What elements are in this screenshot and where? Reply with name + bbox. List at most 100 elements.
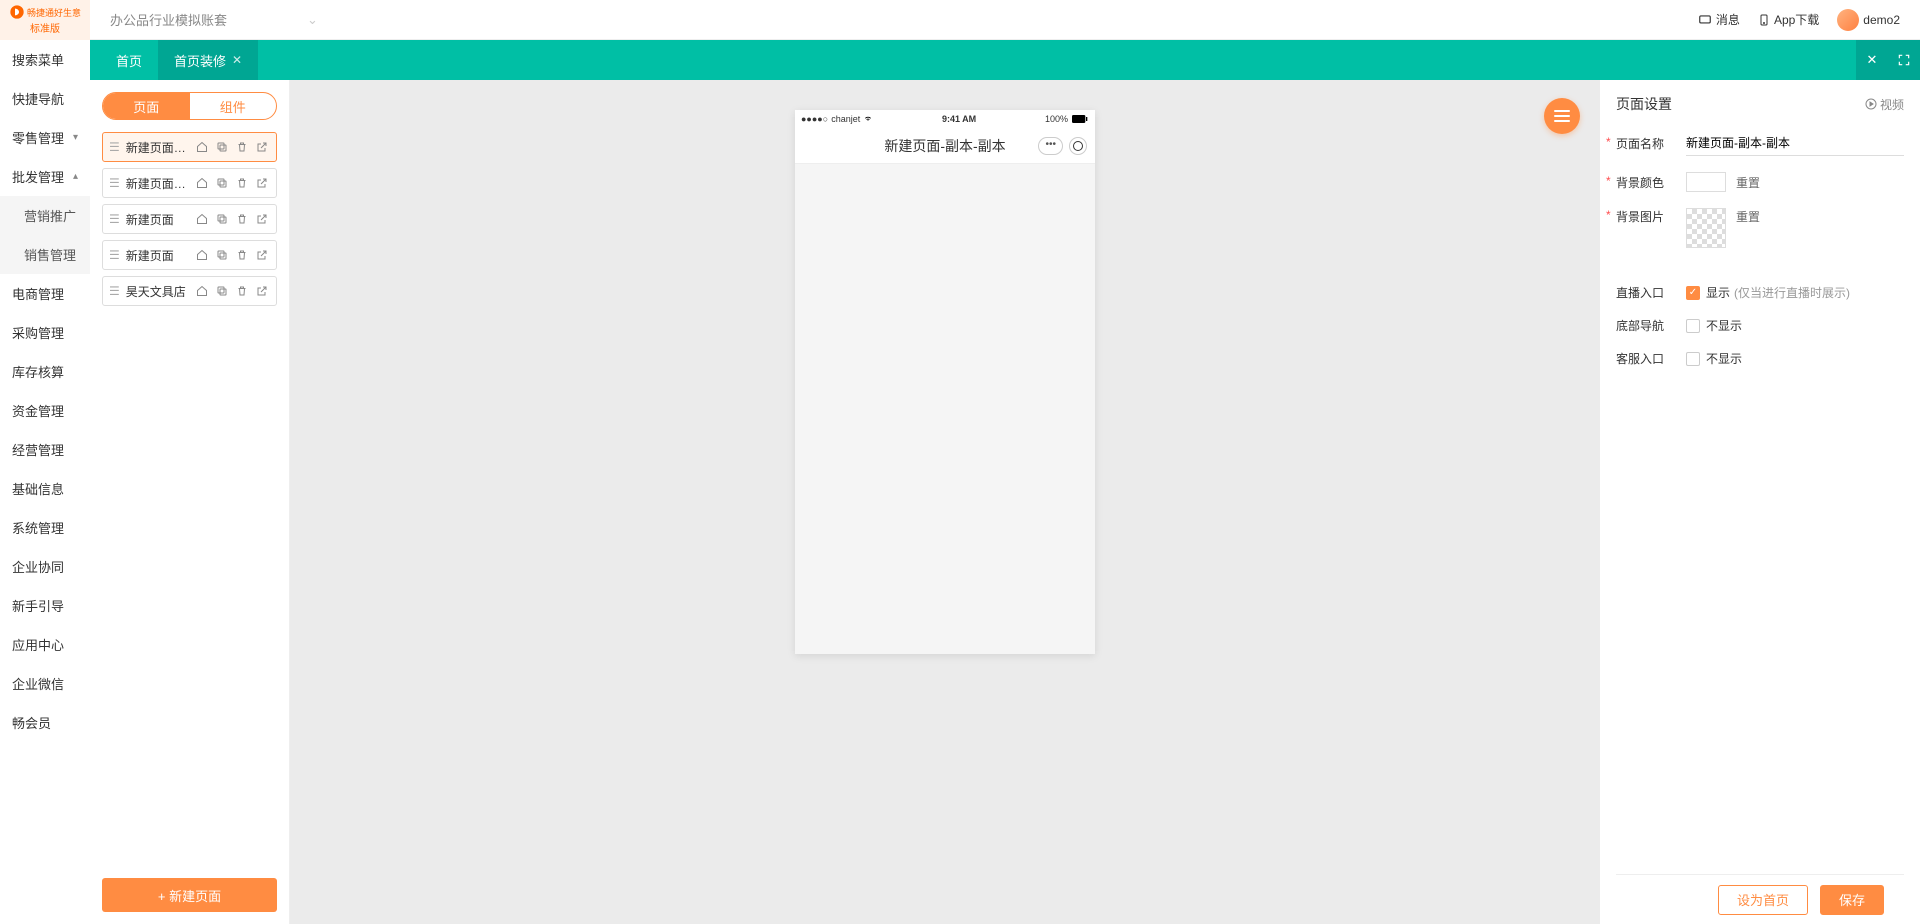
sidebar-item-9[interactable]: 资金管理	[0, 391, 90, 430]
page-name-label: 页面名称	[1616, 135, 1686, 152]
home-icon[interactable]	[194, 247, 210, 263]
drag-icon[interactable]: ☰	[109, 248, 120, 262]
sidebar-item-3[interactable]: 批发管理▴	[0, 157, 90, 196]
app-download-button[interactable]: App下载	[1758, 11, 1819, 28]
page-name-input[interactable]	[1686, 130, 1904, 156]
share-icon[interactable]	[254, 247, 270, 263]
phone-preview: ●●●●○ chanjet 9:41 AM 100%	[795, 110, 1095, 654]
page-item-3[interactable]: ☰新建页面	[102, 240, 277, 270]
sidebar-item-1[interactable]: 快捷导航	[0, 79, 90, 118]
delete-icon[interactable]	[234, 139, 250, 155]
close-icon[interactable]: ✕	[232, 53, 242, 67]
drag-icon[interactable]: ☰	[109, 140, 120, 154]
bg-color-reset[interactable]: 重置	[1736, 174, 1760, 191]
sidebar-item-7[interactable]: 采购管理	[0, 313, 90, 352]
delete-icon[interactable]	[234, 283, 250, 299]
tab-bar: 首页 首页装修 ✕ ✕	[90, 40, 1920, 80]
copy-icon[interactable]	[214, 247, 230, 263]
service-entry-checkbox[interactable]	[1686, 352, 1700, 366]
page-item-4[interactable]: ☰昊天文具店	[102, 276, 277, 306]
tab-close-all-button[interactable]: ✕	[1856, 40, 1888, 80]
fullscreen-button[interactable]	[1888, 40, 1920, 80]
sidebar-item-15[interactable]: 应用中心	[0, 625, 90, 664]
copy-icon[interactable]	[214, 283, 230, 299]
share-icon[interactable]	[254, 139, 270, 155]
more-icon: •••	[1038, 137, 1063, 155]
sidebar-item-8[interactable]: 库存核算	[0, 352, 90, 391]
bg-color-swatch[interactable]	[1686, 172, 1726, 192]
page-item-0[interactable]: ☰新建页面-副本...	[102, 132, 277, 162]
play-icon	[1865, 98, 1877, 110]
avatar	[1837, 9, 1859, 31]
sidebar-item-12[interactable]: 系统管理	[0, 508, 90, 547]
settings-panel: 页面设置 视频 页面名称 背景颜色 重置	[1600, 80, 1920, 924]
phone-time: 9:41 AM	[942, 114, 976, 124]
delete-icon[interactable]	[234, 247, 250, 263]
sidebar-item-6[interactable]: 电商管理	[0, 274, 90, 313]
sidebar-item-10[interactable]: 经营管理	[0, 430, 90, 469]
top-right-actions: 消息 App下载 demo2	[1698, 9, 1900, 31]
chevron-down-icon: ⌄	[307, 12, 318, 28]
copy-icon[interactable]	[214, 139, 230, 155]
tab-page-decor[interactable]: 首页装修 ✕	[158, 40, 258, 80]
phone-header: 新建页面-副本-副本 •••	[795, 128, 1095, 164]
sidebar-item-0[interactable]: 搜索菜单	[0, 40, 90, 79]
brand-name: 畅捷通好生意	[27, 6, 81, 19]
page-item-1[interactable]: ☰新建页面-副本	[102, 168, 277, 198]
bottom-nav-checkbox[interactable]	[1686, 319, 1700, 333]
seg-components[interactable]: 组件	[190, 93, 277, 119]
home-icon[interactable]	[194, 283, 210, 299]
sidebar-item-4[interactable]: 营销推广	[0, 196, 90, 235]
save-button[interactable]: 保存	[1820, 885, 1884, 915]
sidebar-item-11[interactable]: 基础信息	[0, 469, 90, 508]
live-entry-label: 直播入口	[1616, 284, 1686, 301]
copy-icon[interactable]	[214, 211, 230, 227]
page-item-2[interactable]: ☰新建页面	[102, 204, 277, 234]
home-icon[interactable]	[194, 139, 210, 155]
delete-icon[interactable]	[234, 211, 250, 227]
sidebar-item-14[interactable]: 新手引导	[0, 586, 90, 625]
top-bar: 畅捷通好生意 标准版 办公品行业模拟账套 ⌄ 消息 App下载 demo2	[0, 0, 1920, 40]
sidebar-item-13[interactable]: 企业协同	[0, 547, 90, 586]
seg-pages[interactable]: 页面	[103, 93, 190, 119]
drag-icon[interactable]: ☰	[109, 284, 120, 298]
account-set-selector[interactable]: 办公品行业模拟账套 ⌄	[110, 10, 318, 29]
page-component-toggle: 页面 组件	[102, 92, 277, 120]
drag-icon[interactable]: ☰	[109, 176, 120, 190]
delete-icon[interactable]	[234, 175, 250, 191]
settings-title: 页面设置	[1616, 94, 1672, 114]
copy-icon[interactable]	[214, 175, 230, 191]
home-icon[interactable]	[194, 175, 210, 191]
bg-image-reset[interactable]: 重置	[1736, 208, 1760, 225]
drag-icon[interactable]: ☰	[109, 212, 120, 226]
expand-icon	[1897, 53, 1911, 67]
components-drawer-toggle[interactable]	[1544, 98, 1580, 134]
share-icon[interactable]	[254, 211, 270, 227]
service-entry-label: 客服入口	[1616, 350, 1686, 367]
live-entry-checkbox[interactable]: ✓	[1686, 286, 1700, 300]
new-page-button[interactable]: + 新建页面	[102, 878, 277, 912]
caret-icon: ▾	[73, 132, 78, 143]
set-home-button[interactable]: 设为首页	[1718, 885, 1808, 915]
edition-badge: 标准版	[30, 20, 60, 35]
bg-image-picker[interactable]	[1686, 208, 1726, 248]
account-set-name: 办公品行业模拟账套	[110, 10, 227, 29]
page-list-panel: 页面 组件 ☰新建页面-副本... ☰新建页面-副本 ☰新建页面 ☰新建页面 ☰昊天文具…	[90, 80, 290, 924]
sidebar-item-16[interactable]: 企业微信	[0, 664, 90, 703]
video-tutorial-link[interactable]: 视频	[1865, 96, 1904, 113]
sidebar-item-2[interactable]: 零售管理▾	[0, 118, 90, 157]
home-icon[interactable]	[194, 211, 210, 227]
user-menu[interactable]: demo2	[1837, 9, 1900, 31]
battery-icon	[1071, 115, 1089, 123]
messages-button[interactable]: 消息	[1698, 11, 1740, 28]
share-icon[interactable]	[254, 283, 270, 299]
logo: 畅捷通好生意 标准版	[0, 0, 90, 40]
tab-home[interactable]: 首页	[100, 40, 158, 80]
phone-status-bar: ●●●●○ chanjet 9:41 AM 100%	[795, 110, 1095, 128]
canvas: ●●●●○ chanjet 9:41 AM 100%	[290, 80, 1600, 924]
bg-image-label: 背景图片	[1616, 208, 1686, 225]
sidebar-item-17[interactable]: 畅会员	[0, 703, 90, 742]
share-icon[interactable]	[254, 175, 270, 191]
sidebar-item-5[interactable]: 销售管理	[0, 235, 90, 274]
target-icon	[1069, 137, 1087, 155]
